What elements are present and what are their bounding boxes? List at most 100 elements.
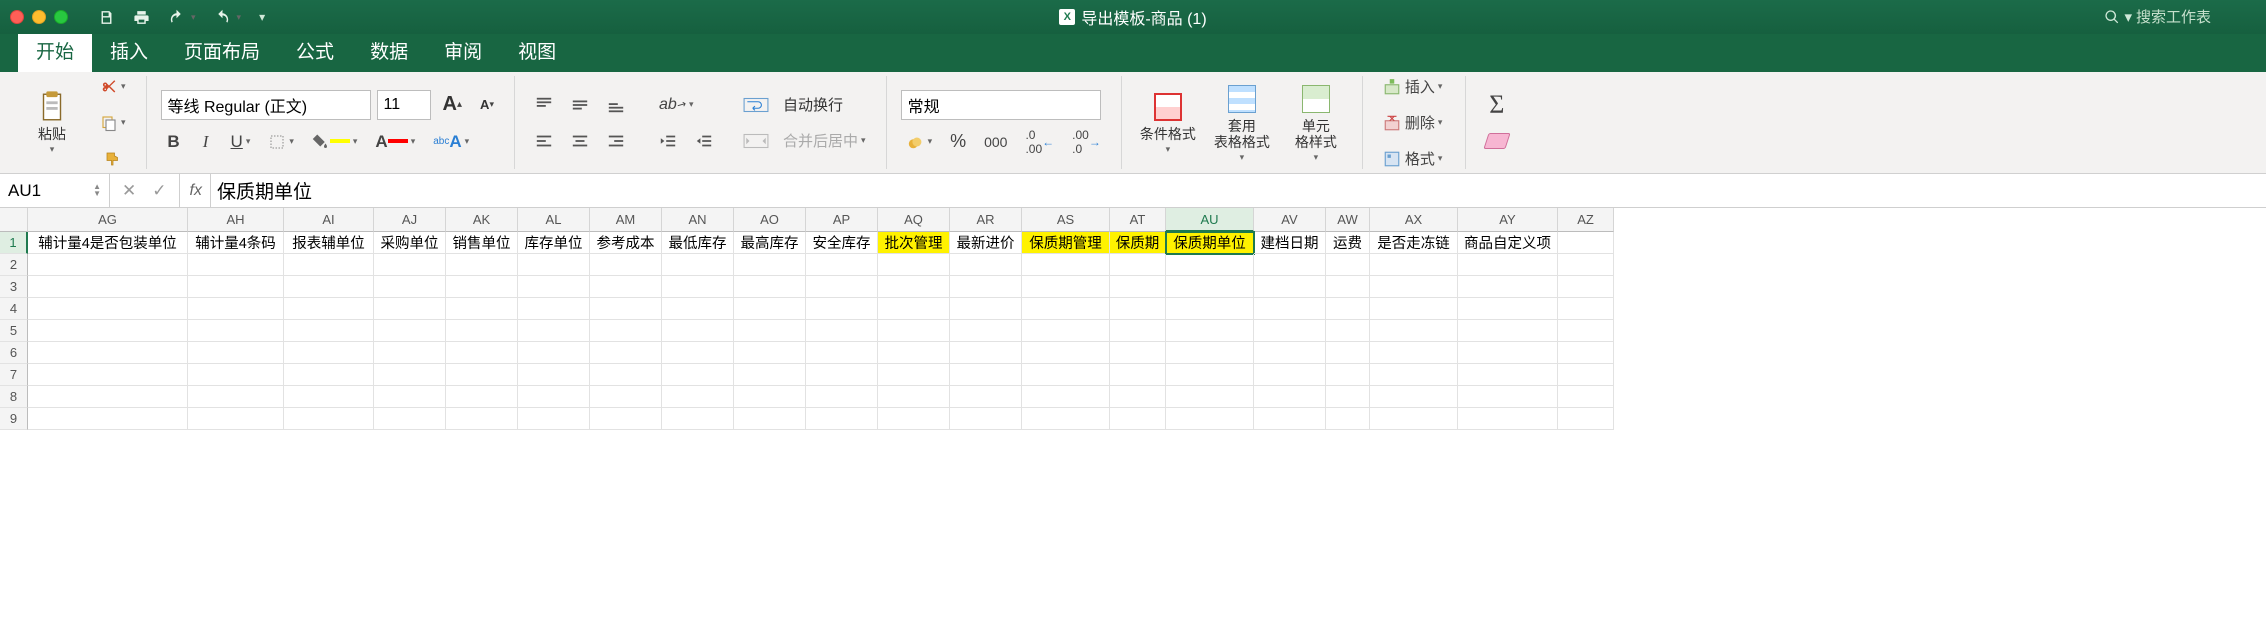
- cell-AM4[interactable]: [590, 298, 662, 320]
- cell-AZ7[interactable]: [1558, 364, 1614, 386]
- column-header-AP[interactable]: AP: [806, 208, 878, 232]
- cell-AK3[interactable]: [446, 276, 518, 298]
- cell-AL1[interactable]: 库存单位: [518, 232, 590, 254]
- bold-button[interactable]: B: [161, 128, 187, 156]
- cell-AI1[interactable]: 报表辅单位: [284, 232, 374, 254]
- cell-AT7[interactable]: [1110, 364, 1166, 386]
- cell-AI4[interactable]: [284, 298, 374, 320]
- cell-AH9[interactable]: [188, 408, 284, 430]
- cell-AI7[interactable]: [284, 364, 374, 386]
- copy-button[interactable]: [94, 109, 132, 137]
- cell-AP6[interactable]: [806, 342, 878, 364]
- cell-AX3[interactable]: [1370, 276, 1458, 298]
- cell-AO9[interactable]: [734, 408, 806, 430]
- minimize-window-button[interactable]: [32, 10, 46, 24]
- cell-AV5[interactable]: [1254, 320, 1326, 342]
- cell-AU1[interactable]: 保质期单位: [1166, 232, 1254, 254]
- cell-AJ4[interactable]: [374, 298, 446, 320]
- increase-font-button[interactable]: A▴: [437, 91, 468, 119]
- column-header-AY[interactable]: AY: [1458, 208, 1558, 232]
- cell-AP5[interactable]: [806, 320, 878, 342]
- search-box[interactable]: ▾: [2104, 8, 2256, 26]
- column-header-AT[interactable]: AT: [1110, 208, 1166, 232]
- cell-AJ1[interactable]: 采购单位: [374, 232, 446, 254]
- cell-AN3[interactable]: [662, 276, 734, 298]
- cell-AP2[interactable]: [806, 254, 878, 276]
- cell-AM1[interactable]: 参考成本: [590, 232, 662, 254]
- cell-AN2[interactable]: [662, 254, 734, 276]
- cell-AL7[interactable]: [518, 364, 590, 386]
- cell-AO6[interactable]: [734, 342, 806, 364]
- cell-AU7[interactable]: [1166, 364, 1254, 386]
- decrease-decimal-button[interactable]: .00.0→: [1066, 128, 1107, 156]
- cell-AY9[interactable]: [1458, 408, 1558, 430]
- cell-AH4[interactable]: [188, 298, 284, 320]
- increase-indent-button[interactable]: [689, 127, 719, 155]
- cell-AY5[interactable]: [1458, 320, 1558, 342]
- comma-button[interactable]: 000: [978, 128, 1013, 156]
- align-bottom-button[interactable]: [601, 91, 631, 119]
- underline-button[interactable]: U: [225, 128, 257, 156]
- cell-AL9[interactable]: [518, 408, 590, 430]
- cell-AQ9[interactable]: [878, 408, 950, 430]
- name-box-input[interactable]: [8, 181, 78, 201]
- cell-AO8[interactable]: [734, 386, 806, 408]
- cell-AX2[interactable]: [1370, 254, 1458, 276]
- decrease-font-button[interactable]: A▾: [474, 91, 500, 119]
- cell-AK6[interactable]: [446, 342, 518, 364]
- cell-AL3[interactable]: [518, 276, 590, 298]
- row-header-6[interactable]: 6: [0, 342, 28, 364]
- cell-AH5[interactable]: [188, 320, 284, 342]
- cell-AU8[interactable]: [1166, 386, 1254, 408]
- delete-cells-button[interactable]: 删除: [1377, 109, 1451, 137]
- column-header-AG[interactable]: AG: [28, 208, 188, 232]
- cell-AR9[interactable]: [950, 408, 1022, 430]
- tab-视图[interactable]: 视图: [500, 29, 574, 72]
- redo-button[interactable]: [214, 9, 242, 26]
- close-window-button[interactable]: [10, 10, 24, 24]
- cell-AV2[interactable]: [1254, 254, 1326, 276]
- cell-AS3[interactable]: [1022, 276, 1110, 298]
- cell-AX9[interactable]: [1370, 408, 1458, 430]
- search-input[interactable]: [2136, 9, 2256, 26]
- cell-AZ2[interactable]: [1558, 254, 1614, 276]
- cell-AH1[interactable]: 辅计量4条码: [188, 232, 284, 254]
- cell-AU3[interactable]: [1166, 276, 1254, 298]
- cell-AY3[interactable]: [1458, 276, 1558, 298]
- cell-AI3[interactable]: [284, 276, 374, 298]
- cell-AN1[interactable]: 最低库存: [662, 232, 734, 254]
- cell-AI8[interactable]: [284, 386, 374, 408]
- decrease-indent-button[interactable]: [653, 127, 683, 155]
- phonetic-button[interactable]: abcA: [427, 128, 475, 156]
- qat-customize-button[interactable]: ▾: [259, 10, 265, 24]
- column-header-AR[interactable]: AR: [950, 208, 1022, 232]
- cell-AQ7[interactable]: [878, 364, 950, 386]
- cell-AK7[interactable]: [446, 364, 518, 386]
- cell-AT2[interactable]: [1110, 254, 1166, 276]
- cell-AI9[interactable]: [284, 408, 374, 430]
- undo-button[interactable]: [168, 9, 196, 26]
- cell-AP8[interactable]: [806, 386, 878, 408]
- cell-AO4[interactable]: [734, 298, 806, 320]
- column-header-AL[interactable]: AL: [518, 208, 590, 232]
- tab-页面布局[interactable]: 页面布局: [166, 29, 278, 72]
- column-header-AN[interactable]: AN: [662, 208, 734, 232]
- cell-AG8[interactable]: [28, 386, 188, 408]
- cell-AT9[interactable]: [1110, 408, 1166, 430]
- cancel-edit-button[interactable]: ✕: [122, 181, 136, 201]
- cell-AZ3[interactable]: [1558, 276, 1614, 298]
- cell-AL8[interactable]: [518, 386, 590, 408]
- cell-AM6[interactable]: [590, 342, 662, 364]
- cell-AP1[interactable]: 安全库存: [806, 232, 878, 254]
- column-header-AH[interactable]: AH: [188, 208, 284, 232]
- cell-AM7[interactable]: [590, 364, 662, 386]
- tab-公式[interactable]: 公式: [278, 29, 352, 72]
- cell-AK9[interactable]: [446, 408, 518, 430]
- cell-AO5[interactable]: [734, 320, 806, 342]
- column-header-AX[interactable]: AX: [1370, 208, 1458, 232]
- zoom-window-button[interactable]: [54, 10, 68, 24]
- row-header-8[interactable]: 8: [0, 386, 28, 408]
- cell-AJ6[interactable]: [374, 342, 446, 364]
- cell-AY2[interactable]: [1458, 254, 1558, 276]
- cell-AR8[interactable]: [950, 386, 1022, 408]
